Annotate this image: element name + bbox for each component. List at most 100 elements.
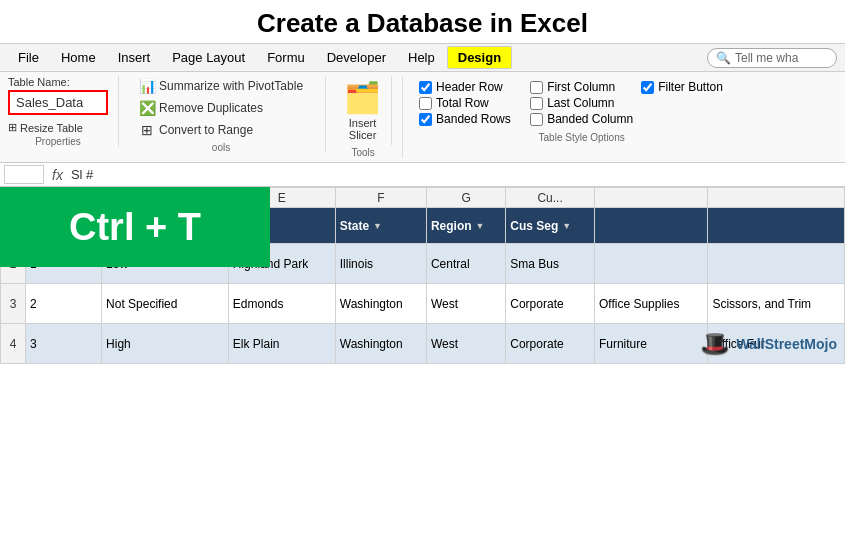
row-3-priority: Not Specified <box>102 284 229 324</box>
total-row-checkbox[interactable] <box>419 97 432 110</box>
row-3-extra1: Office Supplies <box>594 284 707 324</box>
col-state-header: State ▼ <box>335 208 426 244</box>
checkbox-banded-column[interactable]: Banded Column <box>530 112 633 126</box>
ribbon: Table Name: ⊞ Resize Table Properties 📊 … <box>0 72 845 163</box>
row-4-sl: 3 <box>26 324 102 364</box>
spreadsheet-area: Ctrl + T A D E F G Cu... 1 Sl # <box>0 187 845 364</box>
row-4-cus-seg: Corporate <box>506 324 595 364</box>
remove-duplicates-btn[interactable]: ❎ Remove Duplicates <box>135 98 307 118</box>
state-dropdown-icon[interactable]: ▼ <box>373 221 382 231</box>
page-title: Create a Database in Excel <box>0 0 845 43</box>
insert-slicer-btn[interactable]: 🗂️ InsertSlicer <box>334 76 392 145</box>
ribbon-group-tools: 📊 Summarize with PivotTable ❎ Remove Dup… <box>127 76 326 153</box>
filter-button-label: Filter Button <box>658 80 723 94</box>
formula-bar: fx Sl # <box>0 163 845 187</box>
col-extra1-header <box>594 208 707 244</box>
resize-icon: ⊞ <box>8 121 17 134</box>
checkbox-first-column[interactable]: First Column <box>530 80 633 94</box>
first-column-checkbox[interactable] <box>530 81 543 94</box>
ribbon-group-label-slicer: Tools <box>334 145 392 158</box>
banded-column-checkbox[interactable] <box>530 113 543 126</box>
row-4-num: 4 <box>1 324 26 364</box>
convert-to-range-label: Convert to Range <box>159 123 253 137</box>
header-row-checkbox[interactable] <box>419 81 432 94</box>
checkbox-header-row[interactable]: Header Row <box>419 80 522 94</box>
menu-item-help[interactable]: Help <box>398 47 445 68</box>
row-4-city: Elk Plain <box>228 324 335 364</box>
col-header-g: G <box>426 188 505 208</box>
ribbon-group-label-properties: Properties <box>8 134 108 147</box>
table-name-input[interactable] <box>8 90 108 115</box>
row-4-state: Washington <box>335 324 426 364</box>
menu-item-pagelayout[interactable]: Page Layout <box>162 47 255 68</box>
watermark-text: WallStreetMojo <box>736 336 837 352</box>
banded-column-label: Banded Column <box>547 112 633 126</box>
ribbon-buttons: 📊 Summarize with PivotTable ❎ Remove Dup… <box>127 76 315 140</box>
cus-seg-header-text: Cus Seg <box>510 219 558 233</box>
row-4-priority: High <box>102 324 229 364</box>
fx-label: fx <box>48 167 67 183</box>
menu-item-insert[interactable]: Insert <box>108 47 161 68</box>
row-2-state: Illinois <box>335 244 426 284</box>
row-2-extra2 <box>708 244 845 284</box>
filter-button-checkbox[interactable] <box>641 81 654 94</box>
region-header-text: Region <box>431 219 472 233</box>
resize-table-label: Resize Table <box>20 122 83 134</box>
remove-duplicates-icon: ❎ <box>139 100 155 116</box>
row-3-sl: 2 <box>26 284 102 324</box>
menu-item-home[interactable]: Home <box>51 47 106 68</box>
menu-item-formula[interactable]: Formu <box>257 47 315 68</box>
search-box[interactable]: 🔍 Tell me wha <box>707 48 837 68</box>
first-column-label: First Column <box>547 80 615 94</box>
checkbox-total-row[interactable]: Total Row <box>419 96 522 110</box>
table-name-label: Table Name: <box>8 76 108 88</box>
resize-table-btn[interactable]: ⊞ Resize Table <box>8 121 108 134</box>
menu-item-design[interactable]: Design <box>447 46 512 69</box>
last-column-label: Last Column <box>547 96 614 110</box>
search-text: Tell me wha <box>735 51 798 65</box>
col-header-f: F <box>335 188 426 208</box>
table-row: 3 2 Not Specified Edmonds Washington Wes… <box>1 284 845 324</box>
watermark-icon: 🎩 <box>700 330 730 358</box>
row-3-num: 3 <box>1 284 26 324</box>
row-3-region: West <box>426 284 505 324</box>
col-header-extra1 <box>594 188 707 208</box>
summarize-pivottable-btn[interactable]: 📊 Summarize with PivotTable <box>135 76 307 96</box>
banded-rows-checkbox[interactable] <box>419 113 432 126</box>
banded-rows-label: Banded Rows <box>436 112 511 126</box>
row-2-cus-seg: Sma Bus <box>506 244 595 284</box>
row-3-extra2: Scissors, and Trim <box>708 284 845 324</box>
checkboxes-group: Header Row First Column Filter Button To… <box>411 76 752 130</box>
col-region-header: Region ▼ <box>426 208 505 244</box>
col-extra2-header <box>708 208 845 244</box>
region-dropdown-icon[interactable]: ▼ <box>476 221 485 231</box>
ctrl-t-overlay: Ctrl + T <box>0 187 270 267</box>
table-name-section: Table Name: ⊞ Resize Table <box>8 76 108 134</box>
header-row-label: Header Row <box>436 80 503 94</box>
menu-item-developer[interactable]: Developer <box>317 47 396 68</box>
menu-item-file[interactable]: File <box>8 47 49 68</box>
pivottable-icon: 📊 <box>139 78 155 94</box>
col-header-cu: Cu... <box>506 188 595 208</box>
watermark: 🎩 WallStreetMojo <box>700 330 837 358</box>
slicer-icon: 🗂️ <box>344 80 381 115</box>
remove-duplicates-label: Remove Duplicates <box>159 101 263 115</box>
cell-ref-input[interactable] <box>4 165 44 184</box>
menu-bar: File Home Insert Page Layout Formu Devel… <box>0 43 845 72</box>
checkbox-filter-button[interactable]: Filter Button <box>641 80 744 94</box>
cus-seg-dropdown-icon[interactable]: ▼ <box>562 221 571 231</box>
ribbon-group-label-tools: ools <box>127 140 315 153</box>
formula-content: Sl # <box>71 167 93 182</box>
checkbox-last-column[interactable]: Last Column <box>530 96 633 110</box>
row-3-city: Edmonds <box>228 284 335 324</box>
last-column-checkbox[interactable] <box>530 97 543 110</box>
search-icon: 🔍 <box>716 51 731 65</box>
convert-to-range-btn[interactable]: ⊞ Convert to Range <box>135 120 307 140</box>
row-4-region: West <box>426 324 505 364</box>
row-2-region: Central <box>426 244 505 284</box>
ribbon-group-table-name: Table Name: ⊞ Resize Table Properties <box>8 76 119 147</box>
col-cus-seg-header: Cus Seg ▼ <box>506 208 595 244</box>
summarize-pivottable-label: Summarize with PivotTable <box>159 79 303 93</box>
row-3-state: Washington <box>335 284 426 324</box>
checkbox-banded-rows[interactable]: Banded Rows <box>419 112 522 126</box>
